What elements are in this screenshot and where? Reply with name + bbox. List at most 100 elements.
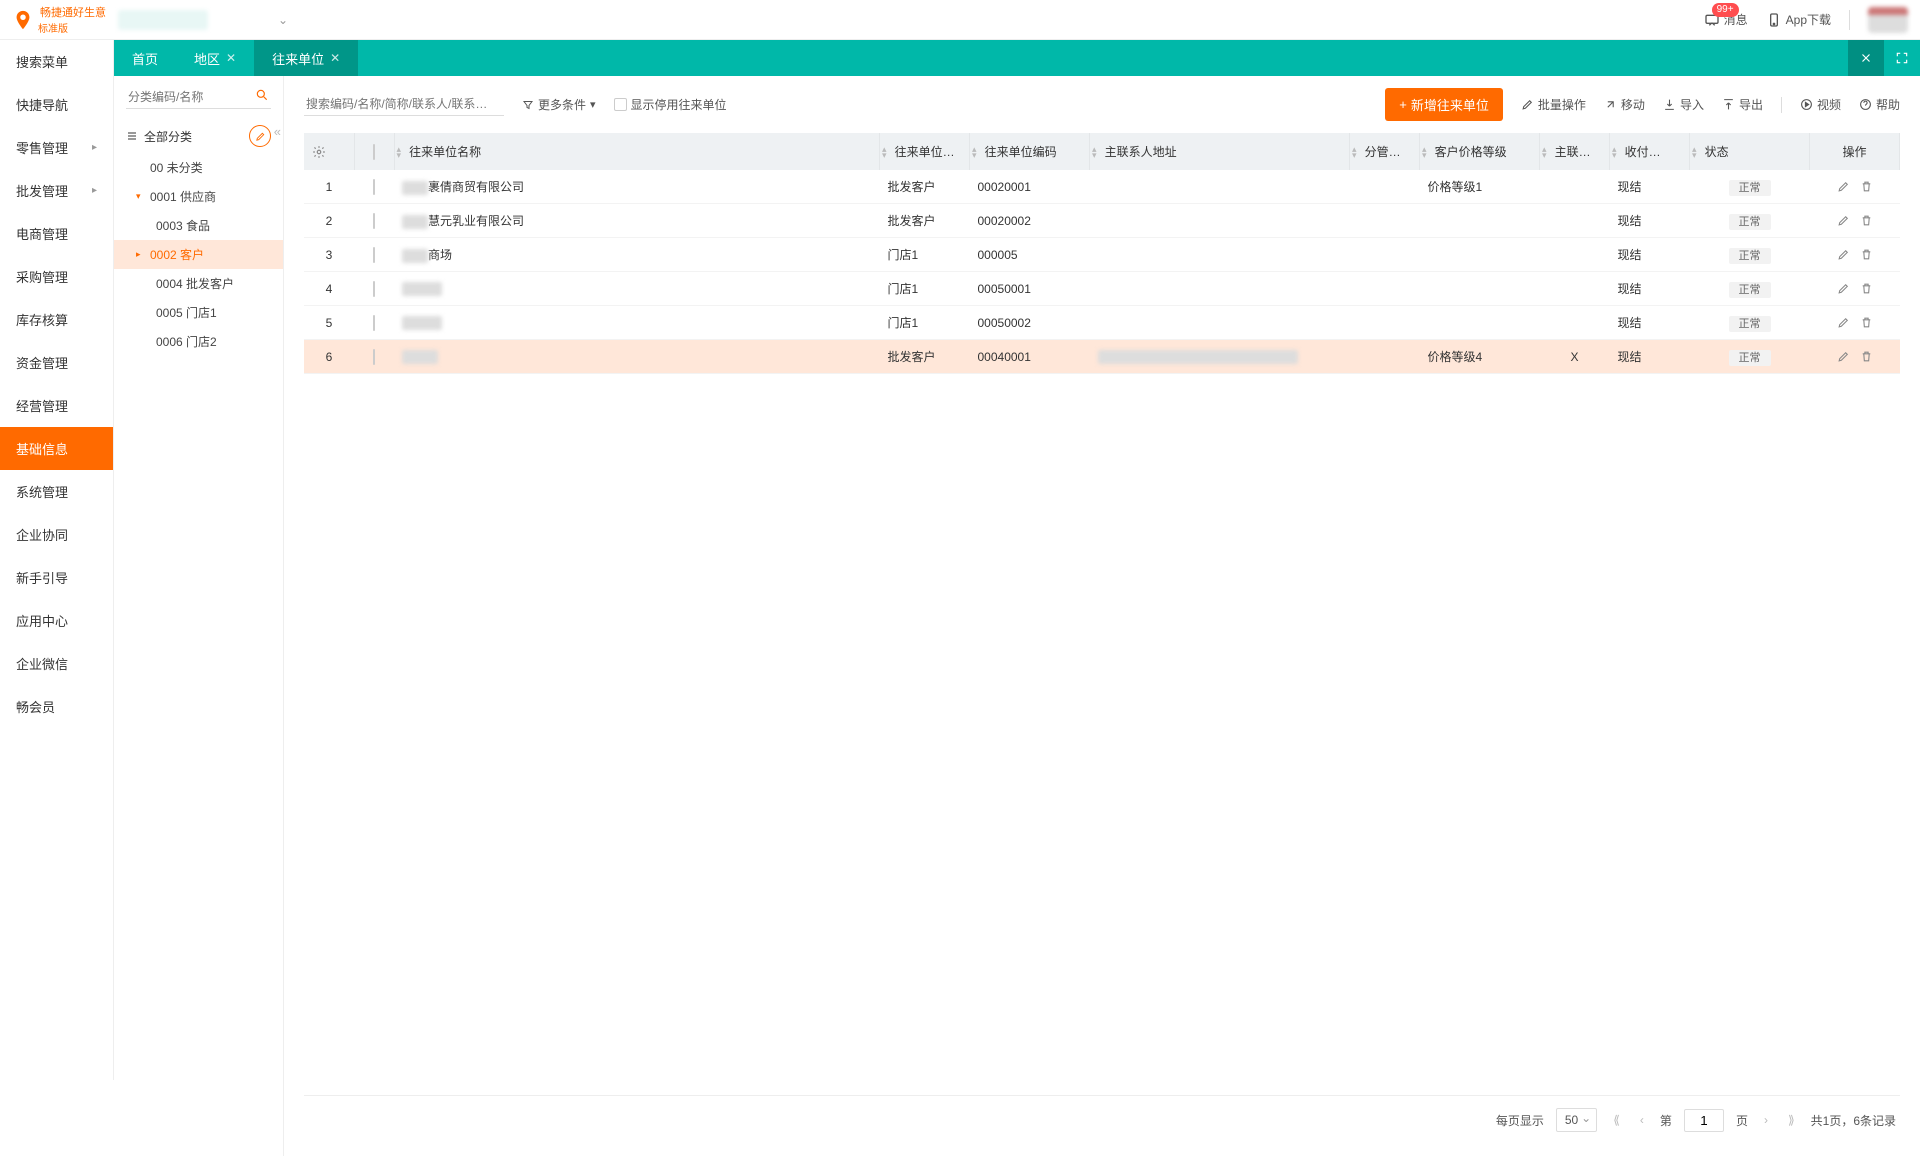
table-row[interactable]: 6 批发客户 00040001 价格等级4 X 现结 正常	[304, 340, 1900, 374]
delete-row-button[interactable]	[1860, 350, 1873, 363]
chevron-down-icon[interactable]: ⌄	[278, 13, 288, 27]
page-input[interactable]	[1684, 1109, 1724, 1132]
column-header[interactable]: ▴▾ 收付…	[1610, 133, 1690, 170]
tree-node[interactable]: 0006 门店2	[114, 327, 283, 356]
sidebar-item[interactable]: 零售管理▸	[0, 126, 113, 169]
collapse-tree-button[interactable]: «	[274, 124, 281, 139]
column-header[interactable]: ▴▾ 往来单位名称	[394, 133, 880, 170]
edit-row-button[interactable]	[1837, 350, 1850, 363]
column-header[interactable]: ▴▾ 往来单位…	[880, 133, 970, 170]
tab-bar: 首页地区✕往来单位✕	[0, 40, 1920, 76]
column-header[interactable]: ▴▾ 分管…	[1350, 133, 1420, 170]
sidebar-item[interactable]: 新手引导	[0, 556, 113, 599]
help-button[interactable]: 帮助	[1859, 96, 1900, 113]
edit-row-button[interactable]	[1837, 248, 1850, 261]
delete-row-button[interactable]	[1860, 282, 1873, 295]
tab[interactable]: 往来单位✕	[254, 40, 358, 76]
sidebar-item[interactable]: 电商管理	[0, 212, 113, 255]
sidebar-item[interactable]: 搜索菜单	[0, 40, 113, 83]
column-header[interactable]: ▴▾ 状态	[1690, 133, 1810, 170]
sidebar-item[interactable]: 系统管理	[0, 470, 113, 513]
edit-row-button[interactable]	[1837, 180, 1850, 193]
pencil-icon	[1837, 282, 1850, 295]
tree-node[interactable]: ▾0001 供应商	[114, 182, 283, 211]
select-all-checkbox[interactable]	[354, 133, 394, 170]
row-checkbox[interactable]	[373, 281, 375, 297]
next-page-button[interactable]: ›	[1760, 1113, 1772, 1127]
app-download-button[interactable]: App下载	[1766, 11, 1831, 28]
tree-node[interactable]: 00 未分类	[114, 153, 283, 182]
column-header[interactable]: ▴▾ 往来单位编码	[970, 133, 1090, 170]
gear-column[interactable]	[304, 133, 354, 170]
import-button[interactable]: 导入	[1663, 96, 1704, 113]
table-row[interactable]: 5 门店1 00050002 现结 正常	[304, 306, 1900, 340]
sidebar-item[interactable]: 经营管理	[0, 384, 113, 427]
fullscreen-button[interactable]	[1884, 40, 1920, 76]
tree-node[interactable]: 0003 食品	[114, 211, 283, 240]
sidebar-item[interactable]: 企业微信	[0, 642, 113, 685]
plus-icon: +	[1399, 97, 1407, 112]
sidebar-item[interactable]: 库存核算	[0, 298, 113, 341]
per-page-select[interactable]: 50	[1556, 1108, 1597, 1132]
edit-row-button[interactable]	[1837, 282, 1850, 295]
row-checkbox[interactable]	[373, 315, 375, 331]
first-page-button[interactable]: ⟪	[1609, 1113, 1624, 1127]
video-button[interactable]: 视频	[1800, 96, 1841, 113]
delete-row-button[interactable]	[1860, 214, 1873, 227]
edit-row-button[interactable]	[1837, 316, 1850, 329]
main-search-input[interactable]	[304, 93, 504, 116]
edit-category-button[interactable]	[249, 125, 271, 147]
add-unit-button[interactable]: + 新增往来单位	[1385, 88, 1503, 121]
table-row[interactable]: 1 裹倩商贸有限公司 批发客户 00020001 价格等级1 现结 正常	[304, 170, 1900, 204]
column-header[interactable]: ▴▾ 主联系人地址	[1090, 133, 1350, 170]
sidebar-item[interactable]: 企业协同	[0, 513, 113, 556]
edit-row-button[interactable]	[1837, 214, 1850, 227]
search-icon[interactable]	[255, 88, 269, 102]
row-checkbox[interactable]	[373, 213, 375, 229]
column-header[interactable]: ▴▾ 主联…	[1540, 133, 1610, 170]
close-icon[interactable]: ✕	[226, 51, 236, 65]
last-page-button[interactable]: ⟫	[1784, 1113, 1799, 1127]
pencil-icon	[255, 131, 266, 142]
delete-row-button[interactable]	[1860, 180, 1873, 193]
sidebar-item[interactable]: 资金管理	[0, 341, 113, 384]
row-checkbox[interactable]	[373, 349, 375, 365]
more-filters-button[interactable]: 更多条件▾	[522, 96, 596, 113]
table-row[interactable]: 2 慧元乳业有限公司 批发客户 00020002 现结 正常	[304, 204, 1900, 238]
column-header[interactable]: ▴▾ 客户价格等级	[1420, 133, 1540, 170]
batch-action-button[interactable]: 批量操作	[1521, 96, 1586, 113]
sidebar-item[interactable]: 基础信息	[0, 427, 113, 470]
trash-icon	[1860, 282, 1873, 295]
close-tab-button[interactable]	[1848, 40, 1884, 76]
tree-node[interactable]: 0005 门店1	[114, 298, 283, 327]
tree-root[interactable]: 全部分类	[114, 119, 283, 153]
row-checkbox[interactable]	[373, 247, 375, 263]
delete-row-button[interactable]	[1860, 316, 1873, 329]
sidebar-item[interactable]: 畅会员	[0, 685, 113, 728]
table-row[interactable]: 3 商场 门店1 000005 现结 正常	[304, 238, 1900, 272]
table-row[interactable]: 4 门店1 00050001 现结 正常	[304, 272, 1900, 306]
messages-button[interactable]: 99+ 消息	[1704, 11, 1748, 28]
column-header[interactable]: 操作	[1810, 133, 1900, 170]
org-selector-blurred[interactable]	[118, 10, 208, 30]
close-icon[interactable]: ✕	[330, 51, 340, 65]
delete-row-button[interactable]	[1860, 248, 1873, 261]
logo-sub: 标准版	[38, 20, 106, 35]
sidebar-item[interactable]: 快捷导航	[0, 83, 113, 126]
sidebar-item[interactable]: 应用中心	[0, 599, 113, 642]
toolbar: 更多条件▾ 显示停用往来单位 + 新增往来单位 批量操作 移动 导入	[304, 88, 1900, 121]
tab[interactable]: 地区✕	[176, 40, 254, 76]
pencil-icon	[1521, 98, 1534, 111]
avatar[interactable]	[1868, 7, 1908, 33]
tree-node[interactable]: 0004 批发客户	[114, 269, 283, 298]
move-button[interactable]: 移动	[1604, 96, 1645, 113]
tree-search-input[interactable]	[126, 86, 271, 109]
tree-node[interactable]: ▸0002 客户	[114, 240, 283, 269]
prev-page-button[interactable]: ‹	[1636, 1113, 1648, 1127]
tab[interactable]: 首页	[114, 40, 176, 76]
sidebar-item[interactable]: 批发管理▸	[0, 169, 113, 212]
row-checkbox[interactable]	[373, 179, 375, 195]
sidebar-item[interactable]: 采购管理	[0, 255, 113, 298]
export-button[interactable]: 导出	[1722, 96, 1763, 113]
show-disabled-checkbox[interactable]: 显示停用往来单位	[614, 96, 727, 113]
